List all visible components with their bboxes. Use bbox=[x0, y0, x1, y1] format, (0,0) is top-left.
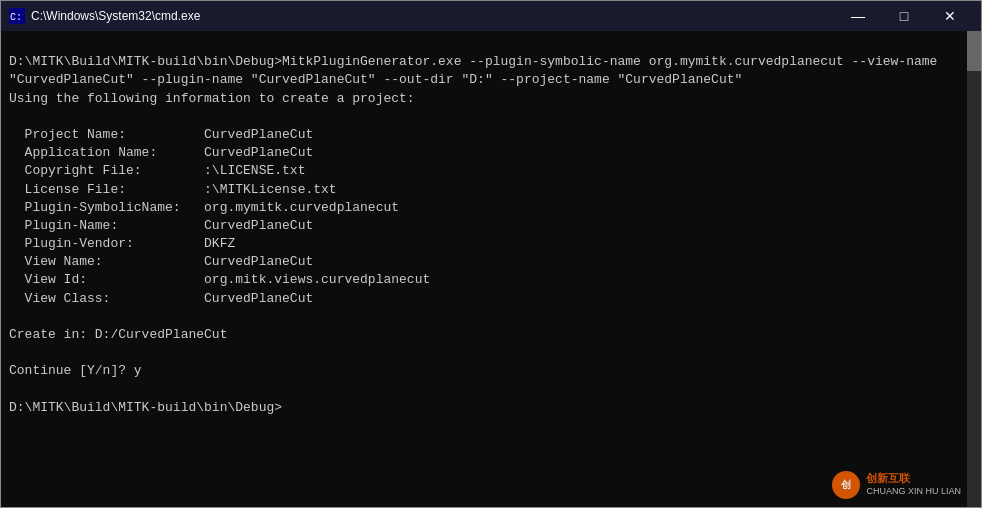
terminal-line: Continue [Y/n]? y bbox=[9, 362, 973, 380]
terminal-line: Using the following information to creat… bbox=[9, 90, 973, 108]
terminal-line: "CurvedPlaneCut" --plugin-name "CurvedPl… bbox=[9, 71, 973, 89]
title-bar-left: C: C:\Windows\System32\cmd.exe bbox=[9, 8, 200, 24]
terminal-line: View Class: CurvedPlaneCut bbox=[9, 290, 973, 308]
svg-text:C:: C: bbox=[10, 12, 22, 23]
terminal-line: View Name: CurvedPlaneCut bbox=[9, 253, 973, 271]
title-bar: C: C:\Windows\System32\cmd.exe — □ ✕ bbox=[1, 1, 981, 31]
watermark-logo: 创 bbox=[832, 471, 860, 499]
watermark-line1: 创新互联 bbox=[866, 472, 961, 485]
terminal-line: View Id: org.mitk.views.curvedplanecut bbox=[9, 271, 973, 289]
maximize-button[interactable]: □ bbox=[881, 1, 927, 31]
terminal-line bbox=[9, 308, 973, 326]
scrollbar-thumb[interactable] bbox=[967, 31, 981, 71]
terminal-line: Plugin-Vendor: DKFZ bbox=[9, 235, 973, 253]
window-controls: — □ ✕ bbox=[835, 1, 973, 31]
cmd-icon: C: bbox=[9, 8, 25, 24]
terminal-line bbox=[9, 344, 973, 362]
terminal-line: License File: :\MITKLicense.txt bbox=[9, 181, 973, 199]
terminal-line: D:\MITK\Build\MITK-build\bin\Debug> bbox=[9, 399, 973, 417]
watermark: 创 创新互联 CHUANG XIN HU LIAN bbox=[832, 471, 961, 499]
terminal-line: Plugin-Name: CurvedPlaneCut bbox=[9, 217, 973, 235]
terminal-line: Copyright File: :\LICENSE.txt bbox=[9, 162, 973, 180]
watermark-line2: CHUANG XIN HU LIAN bbox=[866, 485, 961, 498]
close-button[interactable]: ✕ bbox=[927, 1, 973, 31]
terminal-line: Application Name: CurvedPlaneCut bbox=[9, 144, 973, 162]
scrollbar[interactable] bbox=[967, 31, 981, 507]
window-title: C:\Windows\System32\cmd.exe bbox=[31, 9, 200, 23]
terminal-content: D:\MITK\Build\MITK-build\bin\Debug>MitkP… bbox=[9, 35, 973, 417]
watermark-text-block: 创新互联 CHUANG XIN HU LIAN bbox=[866, 472, 961, 498]
terminal-line bbox=[9, 35, 973, 53]
terminal-body[interactable]: D:\MITK\Build\MITK-build\bin\Debug>MitkP… bbox=[1, 31, 981, 507]
terminal-line: Plugin-SymbolicName: org.mymitk.curvedpl… bbox=[9, 199, 973, 217]
terminal-line: Create in: D:/CurvedPlaneCut bbox=[9, 326, 973, 344]
terminal-line: Project Name: CurvedPlaneCut bbox=[9, 126, 973, 144]
terminal-line: D:\MITK\Build\MITK-build\bin\Debug>MitkP… bbox=[9, 53, 973, 71]
terminal-line bbox=[9, 108, 973, 126]
minimize-button[interactable]: — bbox=[835, 1, 881, 31]
terminal-line bbox=[9, 381, 973, 399]
window: C: C:\Windows\System32\cmd.exe — □ ✕ D:\… bbox=[0, 0, 982, 508]
